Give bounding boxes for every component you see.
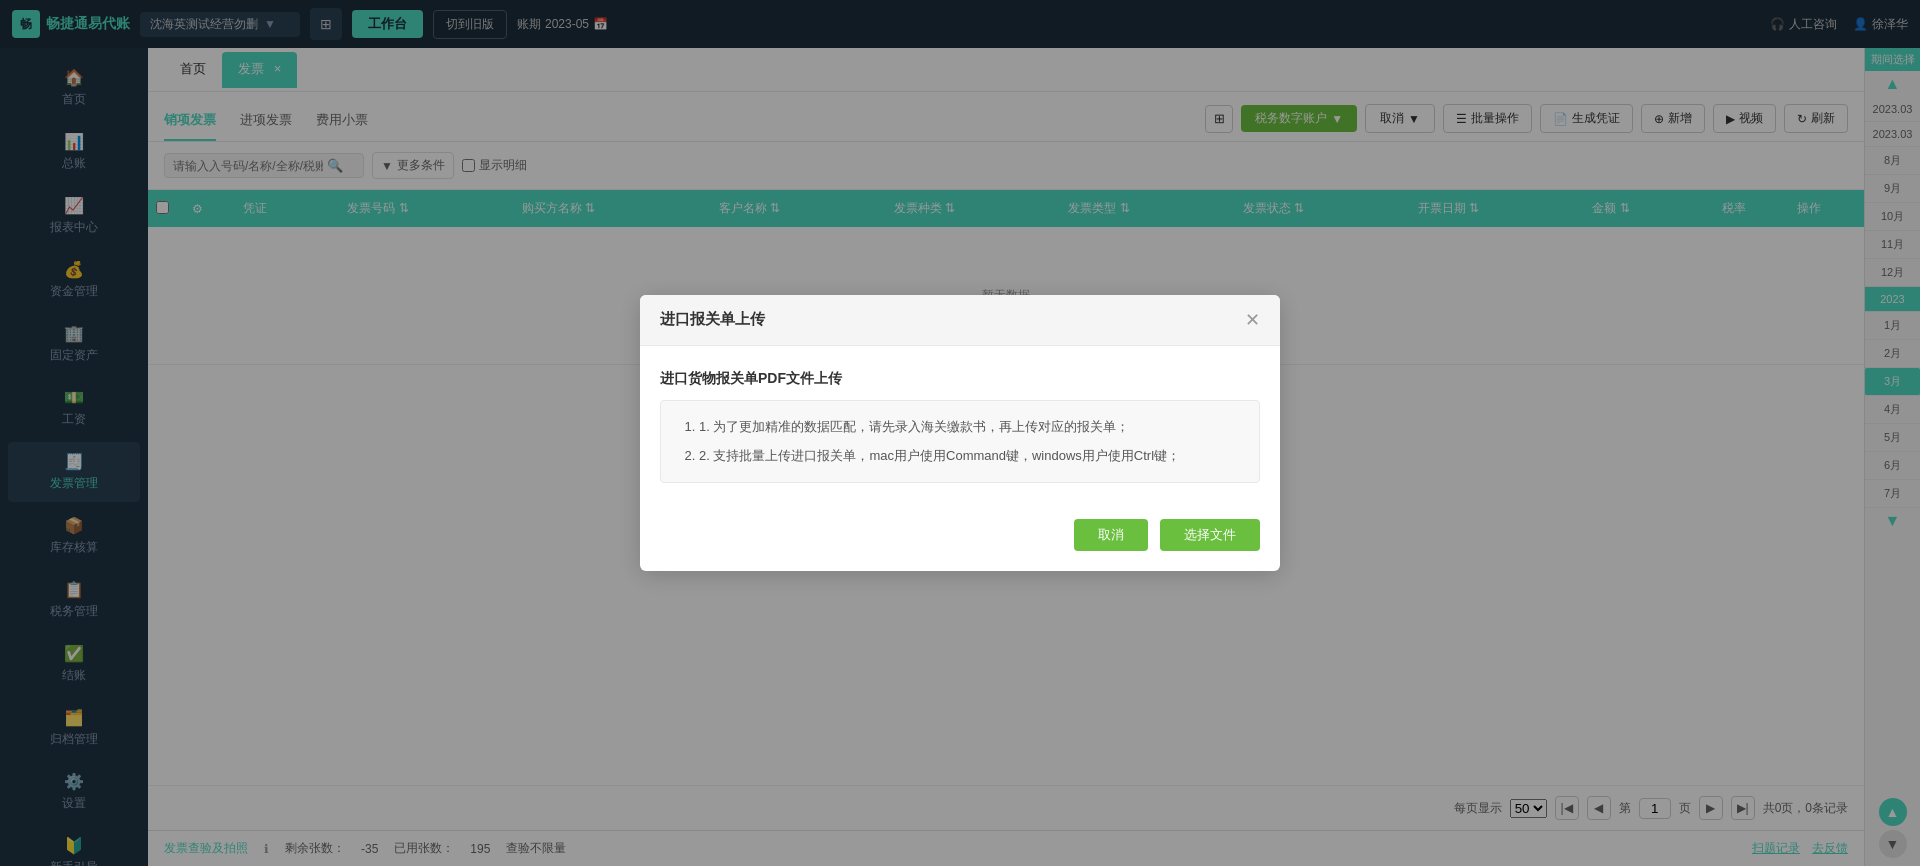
instruction-2: 2. 支持批量上传进口报关单，mac用户使用Command键，windows用户… bbox=[699, 446, 1239, 467]
instruction-1: 1. 为了更加精准的数据匹配，请先录入海关缴款书，再上传对应的报关单； bbox=[699, 417, 1239, 438]
upload-info-box: 1. 为了更加精准的数据匹配，请先录入海关缴款书，再上传对应的报关单； 2. 支… bbox=[660, 400, 1260, 484]
modal-body: 进口货物报关单PDF文件上传 1. 为了更加精准的数据匹配，请先录入海关缴款书，… bbox=[640, 346, 1280, 504]
upload-title: 进口货物报关单PDF文件上传 bbox=[660, 370, 1260, 388]
instructions-list: 1. 为了更加精准的数据匹配，请先录入海关缴款书，再上传对应的报关单； 2. 支… bbox=[681, 417, 1239, 467]
select-file-button[interactable]: 选择文件 bbox=[1160, 519, 1260, 551]
modal-footer: 取消 选择文件 bbox=[640, 503, 1280, 571]
modal-close-button[interactable]: ✕ bbox=[1245, 309, 1260, 331]
modal-header: 进口报关单上传 ✕ bbox=[640, 295, 1280, 346]
import-customs-modal: 进口报关单上传 ✕ 进口货物报关单PDF文件上传 1. 为了更加精准的数据匹配，… bbox=[640, 295, 1280, 572]
modal-title: 进口报关单上传 bbox=[660, 310, 765, 329]
modal-cancel-button[interactable]: 取消 bbox=[1074, 519, 1148, 551]
modal-overlay[interactable]: 进口报关单上传 ✕ 进口货物报关单PDF文件上传 1. 为了更加精准的数据匹配，… bbox=[0, 0, 1920, 866]
